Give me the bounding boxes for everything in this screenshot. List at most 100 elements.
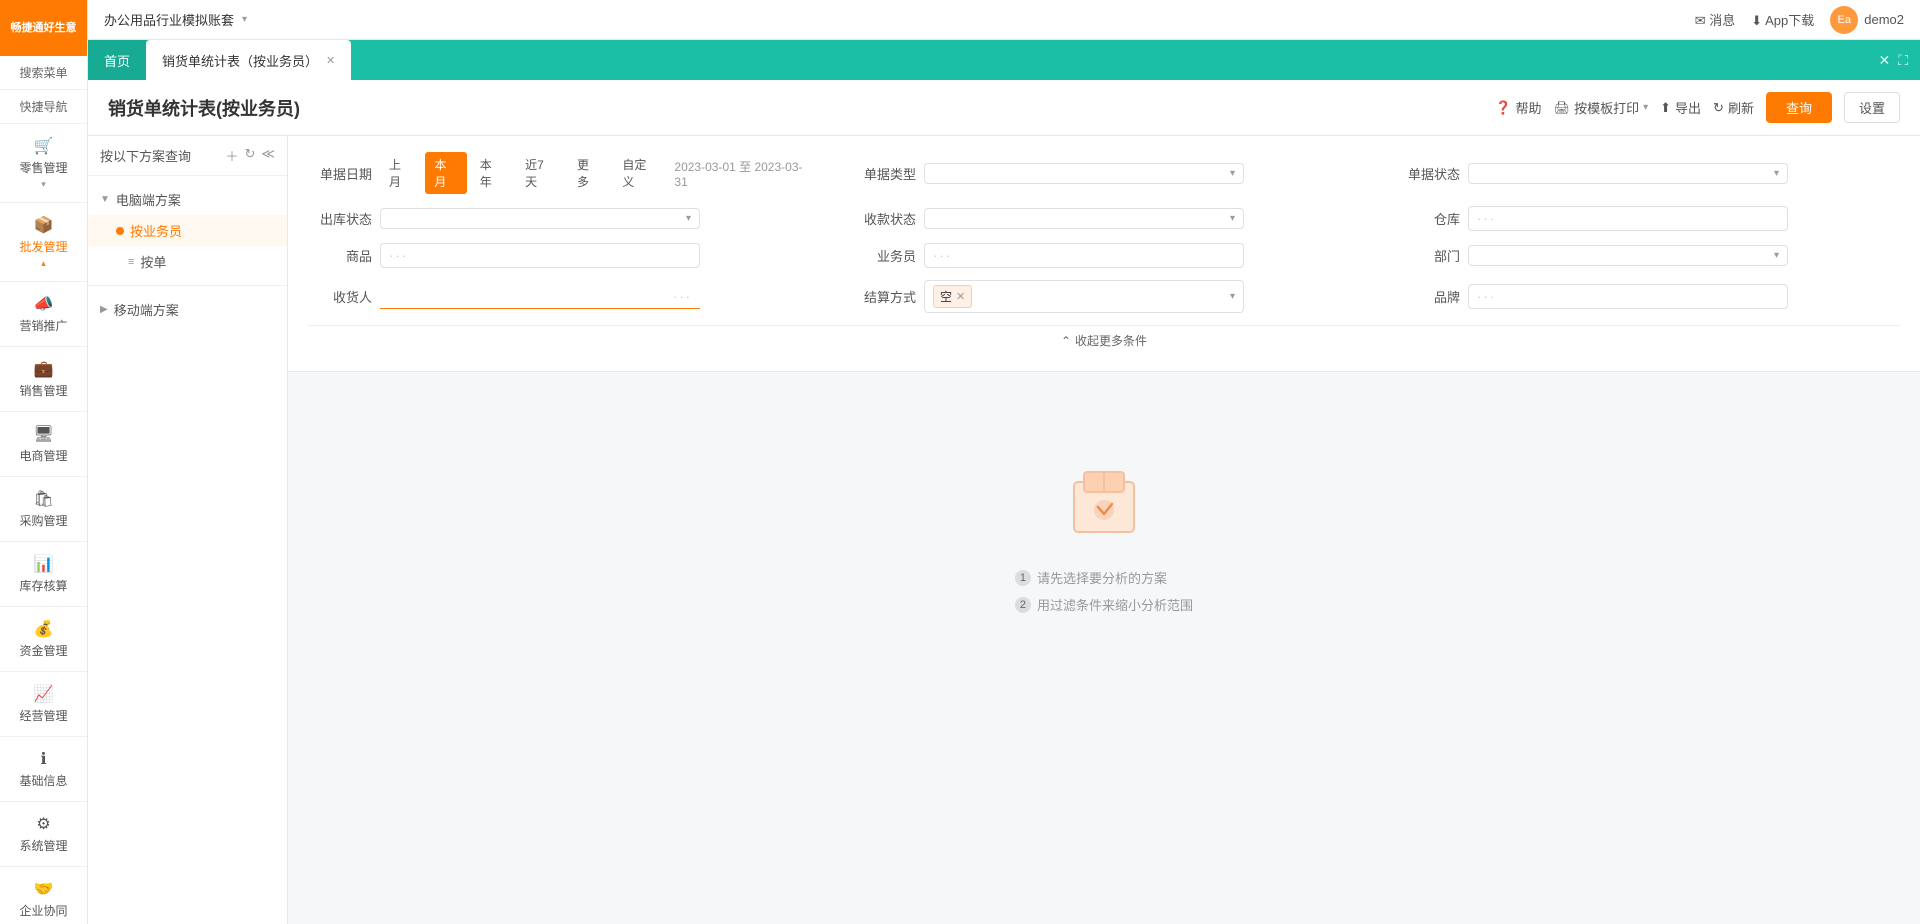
brand-control[interactable]: ···	[1468, 284, 1900, 309]
sidebar-item-purchase[interactable]: 🛍 采购管理	[0, 477, 87, 542]
query-button[interactable]: 查询	[1766, 92, 1832, 123]
message-btn[interactable]: ✉ 消息	[1695, 10, 1736, 29]
help-btn[interactable]: ❓ 帮助	[1495, 98, 1541, 117]
sidebar-item-enterprise[interactable]: 🤝 企业协同	[0, 867, 87, 924]
tab-close-icon[interactable]: ✕	[326, 54, 335, 67]
department-control[interactable]: ▾	[1468, 245, 1900, 266]
date-btn-custom[interactable]: 自定义	[613, 152, 666, 194]
doc-type-arrow: ▾	[1230, 168, 1235, 179]
warehouse-control[interactable]: ···	[1468, 206, 1900, 231]
goods-select[interactable]: ···	[380, 243, 700, 268]
warehouse-label: 仓库	[1396, 209, 1468, 228]
department-label: 部门	[1396, 246, 1468, 265]
tree-item-desktop[interactable]: ▼ 电脑端方案	[88, 184, 287, 215]
department-select[interactable]: ▾	[1468, 245, 1788, 266]
collapse-panel-btn[interactable]: ≪	[261, 146, 275, 165]
settlement-control[interactable]: 空 ✕ ▾	[924, 280, 1356, 313]
goods-control[interactable]: ···	[380, 243, 812, 268]
salesperson-select[interactable]: ···	[924, 243, 1244, 268]
settlement-select[interactable]: 空 ✕ ▾	[924, 280, 1244, 313]
out-status-control[interactable]: ▾	[380, 208, 812, 229]
date-btn-7days[interactable]: 近7天	[516, 152, 564, 194]
collection-status-label: 收款状态	[852, 209, 924, 228]
window-maximize-btn[interactable]: ⛶	[1898, 52, 1908, 69]
avatar: Ea	[1830, 6, 1858, 34]
sidebar-item-system[interactable]: ⚙ 系统管理	[0, 802, 87, 867]
sidebar-item-wholesale[interactable]: 📦 批发管理 ▴	[0, 203, 87, 282]
left-panel: 按以下方案查询 ＋ ↻ ≪ ▼ 电脑端方案 按业务员	[88, 136, 288, 924]
download-icon: ⬇	[1751, 13, 1762, 28]
tab-sales-stats[interactable]: 销货单统计表（按业务员） ✕	[146, 40, 351, 80]
collection-status-arrow: ▾	[1230, 213, 1235, 224]
tree-child-document[interactable]: ≡ 按单	[88, 246, 287, 277]
recipient-control[interactable]: ···	[380, 285, 812, 309]
settlement-label: 结算方式	[852, 287, 924, 306]
refresh-btn[interactable]: ↻ 刷新	[1713, 98, 1754, 117]
left-panel-header: 按以下方案查询 ＋ ↻ ≪	[88, 136, 287, 176]
refresh-scheme-btn[interactable]: ↻	[244, 146, 255, 165]
app-logo: 畅捷通好生意	[0, 0, 88, 56]
settings-button[interactable]: 设置	[1844, 92, 1900, 123]
date-btn-this-year[interactable]: 本年	[471, 152, 512, 194]
department-arrow: ▾	[1774, 250, 1779, 261]
date-btn-more[interactable]: 更多	[568, 152, 609, 194]
salesperson-control[interactable]: ···	[924, 243, 1356, 268]
print-btn[interactable]: 🖨 按模板打印 ▾	[1554, 98, 1649, 117]
system-icon: ⚙	[36, 814, 50, 834]
collapse-btn[interactable]: ⌃ 收起更多条件	[308, 325, 1900, 355]
sidebar-item-marketing[interactable]: 📣 营销推广	[0, 282, 87, 347]
ecommerce-icon: 🖥	[33, 424, 53, 444]
marketing-icon: 📣	[34, 294, 54, 314]
quick-nav[interactable]: 快捷导航	[0, 90, 87, 124]
sidebar-item-basic-info[interactable]: ℹ 基础信息	[0, 737, 87, 802]
doc-status-control[interactable]: ▾	[1468, 163, 1900, 184]
tip-1: 1 请先选择要分析的方案	[1015, 568, 1193, 587]
out-status-select[interactable]: ▾	[380, 208, 700, 229]
refresh-icon: ↻	[1713, 100, 1724, 116]
collection-status-select[interactable]: ▾	[924, 208, 1244, 229]
settlement-arrow: ▾	[1230, 291, 1235, 302]
industry-selector[interactable]: 办公用品行业模拟账套 ▾	[104, 10, 247, 29]
search-menu[interactable]: 搜索菜单	[0, 56, 87, 90]
sidebar-item-inventory[interactable]: 📊 库存核算	[0, 542, 87, 607]
warehouse-select[interactable]: ···	[1468, 206, 1788, 231]
doc-type-control[interactable]: ▾	[924, 163, 1356, 184]
basic-info-icon: ℹ	[40, 749, 46, 769]
doc-type-select[interactable]: ▾	[924, 163, 1244, 184]
brand-label: 品牌	[1396, 287, 1468, 306]
sidebar-item-finance[interactable]: 💰 资金管理	[0, 607, 87, 672]
add-scheme-btn[interactable]: ＋	[225, 146, 238, 165]
user-profile[interactable]: Ea demo2	[1830, 6, 1904, 34]
tree-item-mobile[interactable]: ▶ 移动端方案	[88, 294, 287, 325]
tip-2: 2 用过滤条件来缩小分析范围	[1015, 595, 1193, 614]
doc-status-label: 单据状态	[1396, 164, 1468, 183]
tip-num-1: 1	[1015, 570, 1031, 586]
salesperson-label: 业务员	[852, 246, 924, 265]
sidebar-item-ecommerce[interactable]: 🖥 电商管理	[0, 412, 87, 477]
settlement-tag-remove[interactable]: ✕	[956, 290, 965, 303]
collapse-icon: ⌃	[1061, 334, 1071, 348]
tree-expand-icon: ▼	[100, 194, 110, 205]
panel-icons: ＋ ↻ ≪	[225, 146, 275, 165]
print-icon: 🖨	[1554, 100, 1571, 116]
sidebar-item-sales[interactable]: 💼 销售管理	[0, 347, 87, 412]
message-icon: ✉	[1695, 13, 1706, 28]
out-status-label: 出库状态	[308, 209, 380, 228]
sidebar-item-retail[interactable]: 🛒 零售管理 ▾	[0, 124, 87, 203]
app-download-btn[interactable]: ⬇ App下载	[1751, 10, 1814, 29]
doc-status-select[interactable]: ▾	[1468, 163, 1788, 184]
date-btn-this-month[interactable]: 本月	[425, 152, 466, 194]
tree-desktop: ▼ 电脑端方案 按业务员 ≡ 按单	[88, 176, 287, 285]
empty-illustration	[1054, 452, 1154, 552]
help-icon: ❓	[1495, 100, 1511, 116]
tree-child-salesperson[interactable]: 按业务员	[88, 215, 287, 246]
recipient-select[interactable]: ···	[380, 285, 700, 309]
collection-status-control[interactable]: ▾	[924, 208, 1356, 229]
tab-home[interactable]: 首页	[88, 40, 146, 80]
date-btn-last-month[interactable]: 上月	[380, 152, 421, 194]
window-close-btn[interactable]: ✕	[1878, 52, 1890, 69]
export-btn[interactable]: ⬆ 导出	[1660, 98, 1701, 117]
brand-select[interactable]: ···	[1468, 284, 1788, 309]
wholesale-icon: 📦	[34, 215, 54, 235]
sidebar-item-operations[interactable]: 📈 经营管理	[0, 672, 87, 737]
